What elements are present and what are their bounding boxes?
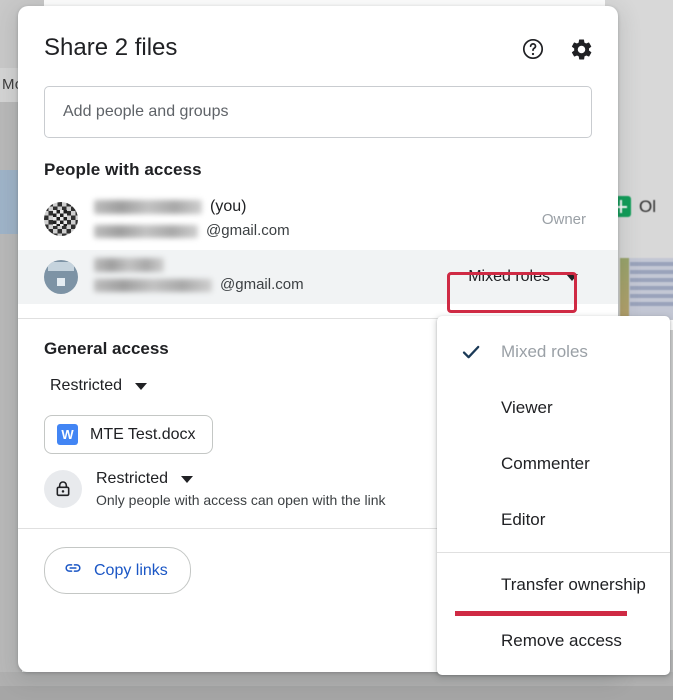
chevron-down-icon (181, 475, 194, 483)
link-access-text: Restricted Only people with access can o… (96, 470, 386, 508)
search-input[interactable] (61, 102, 575, 122)
thumbnail-line (630, 278, 673, 282)
redacted-email-user (94, 224, 198, 238)
menu-item-viewer[interactable]: Viewer (437, 380, 670, 436)
email-domain: @gmail.com (220, 276, 304, 293)
general-access-scope-label: Restricted (50, 377, 123, 394)
redacted-name (94, 200, 202, 214)
person-name-line (94, 258, 452, 272)
person-email-line: @gmail.com (94, 220, 542, 242)
thumbnail-line (630, 270, 673, 274)
thumbnail-line (630, 302, 673, 306)
dialog-header-actions (520, 32, 594, 62)
list-item[interactable]: (you) @gmail.com Owner (18, 188, 618, 250)
owner-role-label: Owner (541, 210, 586, 228)
role-dropdown-menu: Mixed roles Viewer Commenter Editor Tran… (437, 316, 670, 675)
menu-item-remove-access[interactable]: Remove access (437, 613, 670, 669)
background-bottom-bar-2 (0, 686, 673, 700)
email-domain: @gmail.com (206, 222, 290, 239)
menu-item-mixed-roles: Mixed roles (437, 324, 670, 380)
link-access-description: Only people with access can open with th… (96, 492, 386, 508)
you-label: (you) (210, 198, 247, 215)
menu-item-label: Commenter (501, 454, 590, 473)
check-icon (459, 340, 501, 364)
menu-divider (437, 552, 670, 553)
person-info: @gmail.com (94, 258, 452, 296)
dialog-header: Share 2 files (18, 6, 618, 64)
thumbnail-line (630, 286, 673, 290)
thumbnail-edge (620, 258, 629, 320)
person-info: (you) @gmail.com (94, 196, 542, 242)
copy-links-label: Copy links (94, 561, 168, 579)
background-file-thumbnail (620, 258, 673, 320)
menu-item-label: Remove access (501, 631, 622, 650)
page-title: Share 2 files (44, 34, 178, 61)
menu-item-transfer-ownership[interactable]: Transfer ownership (437, 557, 670, 613)
menu-item-label: Editor (501, 510, 546, 529)
copy-links-button[interactable]: Copy links (44, 547, 191, 594)
menu-item-label: Mixed roles (501, 342, 588, 361)
link-access-label: Restricted (96, 470, 169, 487)
role-dropdown-button[interactable]: Mixed roles (452, 261, 592, 293)
avatar (44, 260, 78, 294)
link-chain-icon (63, 558, 83, 583)
thumbnail-line (630, 262, 673, 266)
link-access-dropdown[interactable]: Restricted (96, 470, 194, 488)
gear-icon[interactable] (568, 36, 594, 62)
chevron-down-icon (566, 273, 578, 281)
file-chip[interactable]: W MTE Test.docx (44, 415, 213, 454)
menu-item-label: Viewer (501, 398, 553, 417)
general-access-scope-dropdown[interactable]: Restricted (42, 373, 155, 399)
chevron-down-icon (135, 382, 148, 390)
add-people-field[interactable] (44, 86, 592, 138)
background-left-accent (0, 170, 20, 234)
help-circle-icon[interactable] (520, 36, 546, 62)
redacted-email-user (94, 278, 212, 292)
menu-item-commenter[interactable]: Commenter (437, 436, 670, 492)
screenshot-root: Mo Ol Share 2 files Add people and group… (0, 0, 673, 700)
menu-item-label: Transfer ownership (501, 575, 646, 594)
word-doc-icon: W (57, 424, 78, 445)
lock-icon (44, 470, 82, 508)
avatar (44, 202, 78, 236)
role-dropdown-label: Mixed roles (468, 268, 550, 285)
people-with-access-heading: People with access (44, 160, 202, 179)
person-name-line: (you) (94, 196, 542, 218)
thumbnail-line (630, 294, 673, 298)
redacted-name (94, 258, 164, 272)
list-item[interactable]: @gmail.com Mixed roles (18, 250, 618, 304)
file-chip-label: MTE Test.docx (90, 425, 196, 443)
menu-item-editor[interactable]: Editor (437, 492, 670, 548)
person-email-line: @gmail.com (94, 274, 452, 296)
background-file-name: Ol (639, 196, 656, 216)
